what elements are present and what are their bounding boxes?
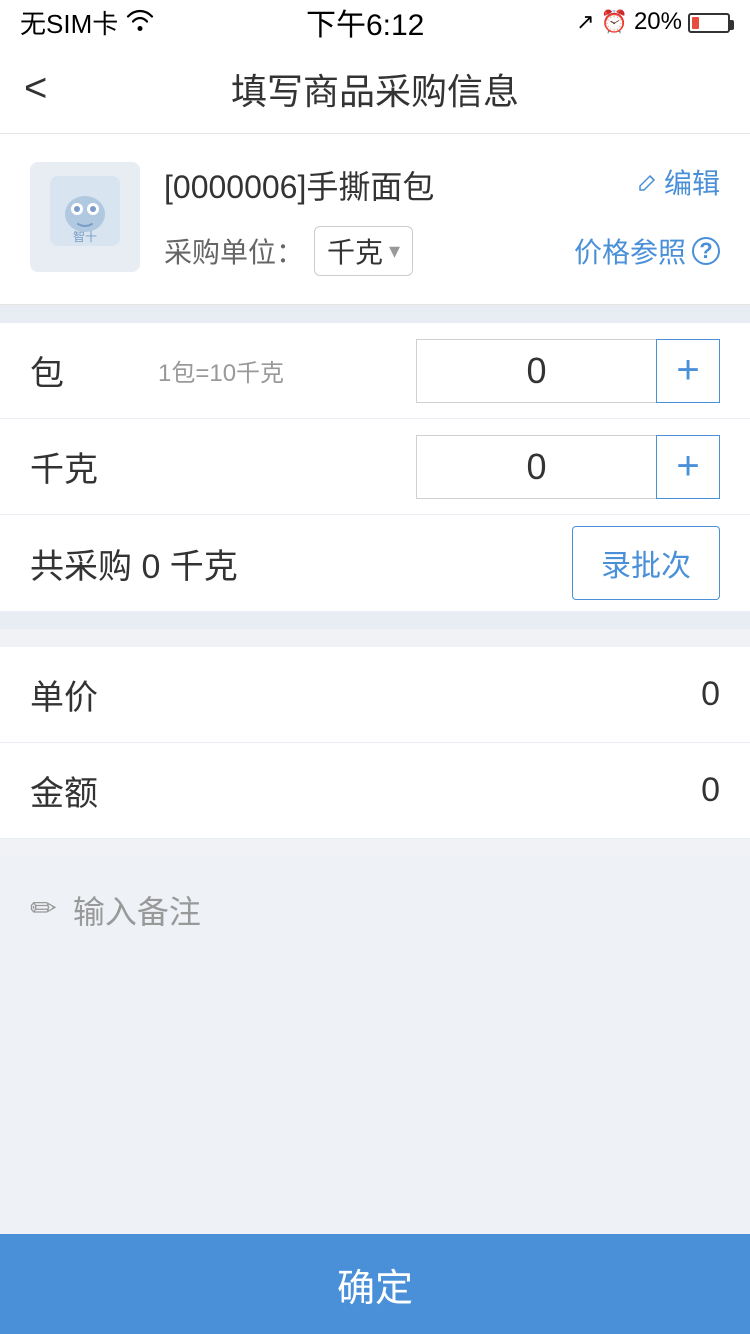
edit-label: 编辑 — [664, 162, 720, 202]
bag-label: 包 — [30, 346, 150, 395]
summary-text: 共采购 0 千克 — [30, 539, 238, 588]
alarm-icon: ⏰ — [601, 9, 628, 35]
confirm-label: 确定 — [337, 1257, 413, 1312]
svg-text:智十: 智十 — [73, 229, 97, 244]
confirm-button[interactable]: 确定 — [0, 1234, 750, 1334]
price-ref-icon: ? — [692, 237, 720, 265]
input-section: 包 1包=10千克 + 千克 + 共采购 0 千克 录批次 — [0, 323, 750, 611]
pencil-icon: ✏ — [30, 889, 57, 927]
location-icon: ↗ — [576, 9, 594, 35]
back-button[interactable]: < — [24, 66, 47, 111]
page-title: 填写商品采购信息 — [231, 63, 519, 115]
amount-value: 0 — [701, 771, 720, 810]
content-fill-area — [0, 977, 750, 1277]
bag-plus-button[interactable]: + — [656, 339, 720, 403]
unit-selector[interactable]: 采购单位： 千克 ▾ — [164, 226, 413, 276]
product-info: [0000006]手撕面包 编辑 采购单位： 千克 ▾ 价格参照 ? — [164, 162, 720, 276]
battery-icon — [688, 8, 730, 36]
product-name: [0000006]手撕面包 — [164, 162, 434, 208]
bag-input-row: 包 1包=10千克 + — [0, 323, 750, 419]
unit-price-label: 单价 — [30, 670, 98, 719]
product-thumbnail: 智十 — [30, 162, 140, 272]
amount-row: 金额 0 — [0, 743, 750, 839]
amount-label: 金额 — [30, 766, 98, 815]
kg-plus-button[interactable]: + — [656, 435, 720, 499]
remarks-placeholder: 输入备注 — [73, 887, 201, 933]
kg-input-control: + — [416, 435, 720, 499]
status-time: 下午6:12 — [306, 0, 424, 44]
unit-price-row: 单价 0 — [0, 647, 750, 743]
product-thumb-icon: 智十 — [50, 176, 120, 258]
unit-prefix: 采购单位： — [164, 231, 304, 271]
summary-row: 共采购 0 千克 录批次 — [0, 515, 750, 611]
unit-dropdown[interactable]: 千克 ▾ — [314, 226, 413, 276]
status-right: ↗ ⏰ 20% — [576, 8, 730, 36]
product-header: [0000006]手撕面包 编辑 — [164, 162, 720, 208]
product-meta: 采购单位： 千克 ▾ 价格参照 ? — [164, 226, 720, 276]
bag-sublabel: 1包=10千克 — [158, 353, 416, 388]
bag-number-input[interactable] — [416, 339, 656, 403]
section-divider-1 — [0, 305, 750, 323]
product-card: 智十 [0000006]手撕面包 编辑 采购单位： 千克 ▾ — [0, 134, 750, 305]
section-divider-2 — [0, 611, 750, 629]
price-reference-button[interactable]: 价格参照 ? — [574, 231, 720, 271]
bag-input-control: + — [416, 339, 720, 403]
status-bar: 无SIM卡 下午6:12 ↗ ⏰ 20% — [0, 0, 750, 44]
kg-input-row: 千克 + — [0, 419, 750, 515]
price-ref-label: 价格参照 — [574, 231, 686, 271]
kg-number-input[interactable] — [416, 435, 656, 499]
unit-value: 千克 — [327, 231, 383, 271]
battery-percent: 20% — [634, 8, 682, 36]
remarks-section[interactable]: ✏ 输入备注 — [0, 857, 750, 977]
unit-arrow-icon: ▾ — [389, 238, 400, 264]
no-sim-label: 无SIM卡 — [20, 4, 118, 41]
kg-label: 千克 — [30, 442, 150, 491]
price-section: 单价 0 金额 0 — [0, 647, 750, 839]
unit-price-value: 0 — [701, 675, 720, 714]
wifi-icon — [126, 7, 154, 38]
batch-button[interactable]: 录批次 — [572, 526, 720, 600]
status-left: 无SIM卡 — [20, 4, 154, 41]
edit-button[interactable]: 编辑 — [636, 162, 720, 202]
nav-bar: < 填写商品采购信息 — [0, 44, 750, 134]
